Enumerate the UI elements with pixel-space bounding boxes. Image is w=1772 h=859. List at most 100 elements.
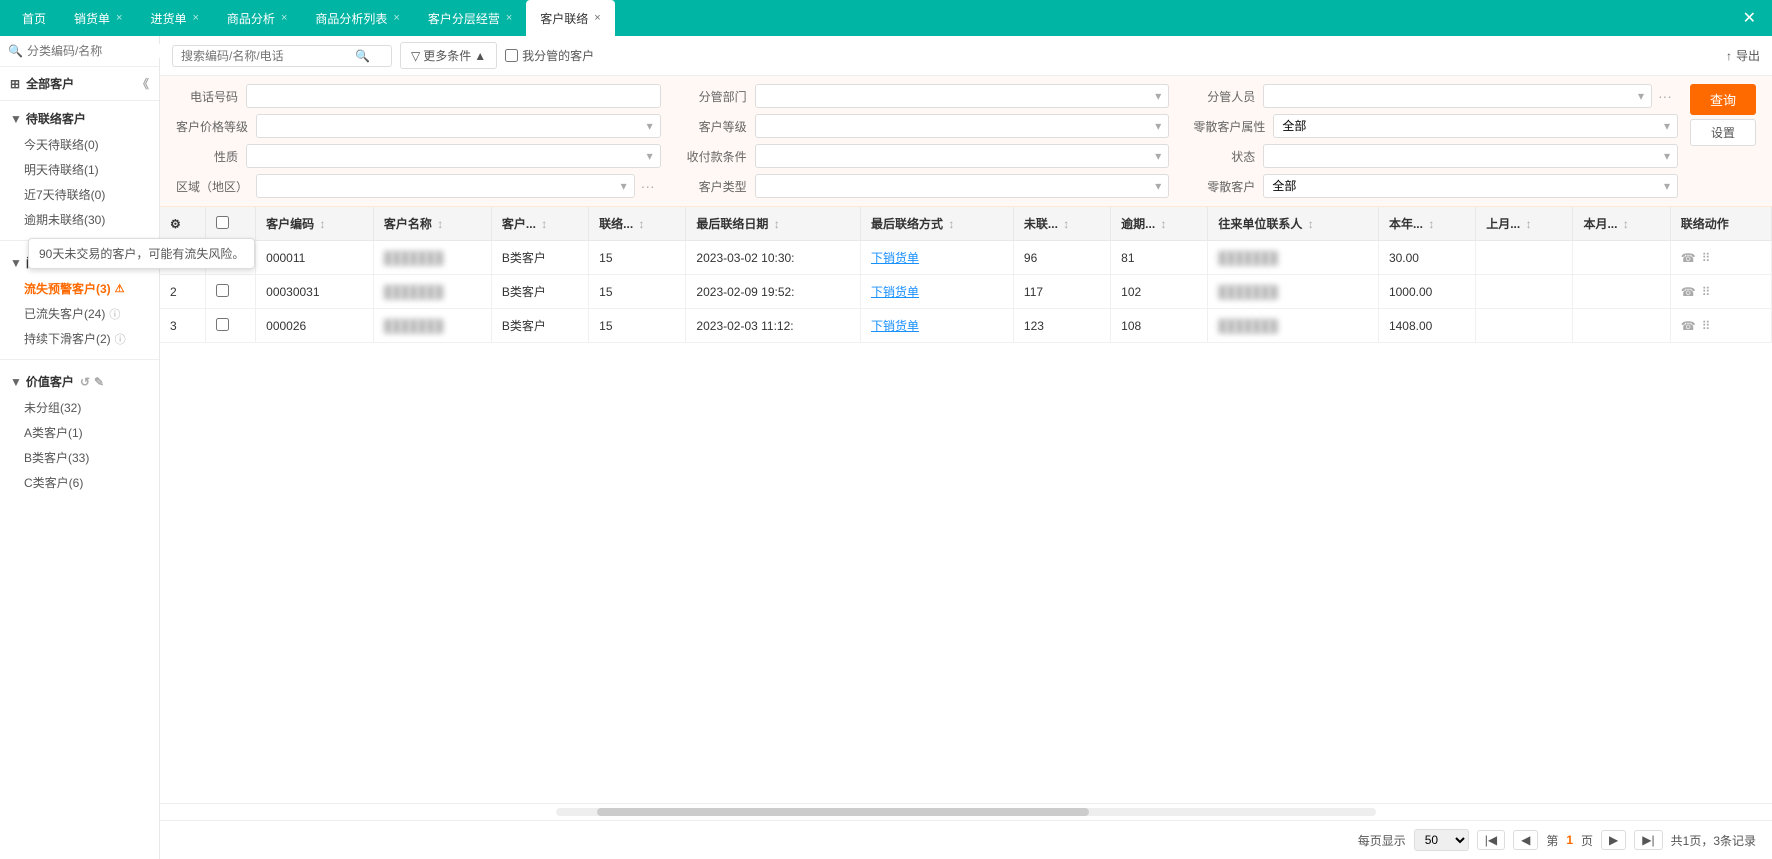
sidebar-item-class-c[interactable]: C类客户(6) <box>0 470 159 495</box>
first-page-btn[interactable]: |◀ <box>1477 830 1505 850</box>
my-customers-checkbox-wrap[interactable]: 我分管的客户 <box>505 47 594 64</box>
sort-type-icon[interactable]: ↕ <box>541 217 547 231</box>
col-name[interactable]: 客户名称 ↕ <box>373 207 491 241</box>
filter-select-status[interactable] <box>1263 144 1678 168</box>
filter-select-retail[interactable]: 全部 <box>1263 174 1678 198</box>
sidebar-item-7days[interactable]: 近7天待联络(0) <box>0 182 159 207</box>
tab-sales[interactable]: 销货单 × <box>60 0 136 36</box>
tab-analysis[interactable]: 商品分析 × <box>213 0 301 36</box>
sidebar-item-churned[interactable]: 已流失客户(24) ⓘ <box>0 301 159 326</box>
filter-select-price-level[interactable] <box>256 114 661 138</box>
last-method-link-2[interactable]: 下销货单 <box>871 285 919 299</box>
row-checkbox-2[interactable] <box>216 284 229 297</box>
tab-home[interactable]: 首页 <box>8 0 60 36</box>
col-contact-count[interactable]: 联络... ↕ <box>589 207 686 241</box>
row-checkbox-3[interactable] <box>216 318 229 331</box>
edit-icon-value[interactable]: ✎ <box>94 375 104 389</box>
my-customers-checkbox[interactable] <box>505 49 518 62</box>
sort-contact-person-icon[interactable]: ↕ <box>1308 217 1314 231</box>
sidebar-item-class-a[interactable]: A类客户(1) <box>0 420 159 445</box>
close-tab-customer-layer-icon[interactable]: × <box>506 12 512 24</box>
close-tab-customer-contact-icon[interactable]: × <box>594 12 600 24</box>
contact-icon-3[interactable]: ☎ <box>1681 319 1696 333</box>
scroll-thumb[interactable] <box>597 808 1089 816</box>
sort-code-icon[interactable]: ↕ <box>320 217 326 231</box>
contact-icon-2[interactable]: ☎ <box>1681 285 1696 299</box>
col-code[interactable]: 客户编码 ↕ <box>256 207 374 241</box>
col-uncontacted[interactable]: 未联... ↕ <box>1013 207 1110 241</box>
col-type[interactable]: 客户... ↕ <box>491 207 588 241</box>
filter-select-customer-type[interactable] <box>755 174 1170 198</box>
close-tab-purchase-icon[interactable]: × <box>192 12 198 24</box>
tab-customer-layer[interactable]: 客户分层经营 × <box>414 0 526 36</box>
scroll-track[interactable] <box>556 808 1376 816</box>
filter-select-dept[interactable] <box>755 84 1170 108</box>
prev-page-btn[interactable]: ◀ <box>1513 830 1538 850</box>
sort-contact-count-icon[interactable]: ↕ <box>639 217 645 231</box>
last-method-link-3[interactable]: 下销货单 <box>871 319 919 333</box>
sidebar-group-header-pending[interactable]: ▼ 待联络客户 <box>0 105 159 132</box>
sidebar-search-input[interactable] <box>27 44 182 58</box>
filter-select-region[interactable] <box>256 174 635 198</box>
sidebar-item-declining[interactable]: 持续下滑客户(2) ⓘ <box>0 326 159 351</box>
tab-customer-contact[interactable]: 客户联络 × <box>526 0 614 36</box>
close-tab-sales-icon[interactable]: × <box>116 12 122 24</box>
more-action-icon-2[interactable]: ⠿ <box>1702 285 1711 299</box>
filter-select-customer-level[interactable] <box>755 114 1170 138</box>
sort-uncontacted-icon[interactable]: ↕ <box>1063 217 1069 231</box>
more-action-icon-1[interactable]: ⠿ <box>1702 251 1711 265</box>
cell-check-2[interactable] <box>206 275 256 309</box>
toolbar-search-icon[interactable]: 🔍 <box>355 49 370 63</box>
filter-select-payment[interactable] <box>755 144 1170 168</box>
sort-name-icon[interactable]: ↕ <box>437 217 443 231</box>
export-btn[interactable]: ↑ 导出 <box>1726 47 1760 64</box>
sort-last-month-icon[interactable]: ↕ <box>1526 217 1532 231</box>
more-action-icon-3[interactable]: ⠿ <box>1702 319 1711 333</box>
filter-select-nature[interactable] <box>246 144 661 168</box>
col-checkbox[interactable] <box>206 207 256 241</box>
next-page-btn[interactable]: ▶ <box>1601 830 1626 850</box>
sort-last-contact-method-icon[interactable]: ↕ <box>948 217 954 231</box>
sort-overdue-icon[interactable]: ↕ <box>1161 217 1167 231</box>
col-overdue[interactable]: 逾期... ↕ <box>1111 207 1208 241</box>
close-window-icon[interactable]: ✕ <box>1735 8 1764 28</box>
toolbar-search-input[interactable] <box>181 49 351 63</box>
select-all-checkbox[interactable] <box>216 216 229 229</box>
sidebar-collapse-icon[interactable]: 《 <box>137 75 149 92</box>
filter-more-1[interactable]: ··· <box>1652 88 1678 104</box>
sidebar-item-overdue[interactable]: 逾期未联络(30) <box>0 207 159 232</box>
sidebar-item-tomorrow[interactable]: 明天待联络(1) <box>0 157 159 182</box>
contact-icon-1[interactable]: ☎ <box>1681 251 1696 265</box>
sort-this-month-icon[interactable]: ↕ <box>1623 217 1629 231</box>
filter-input-phone[interactable] <box>246 84 661 108</box>
filter-select-retail-attr[interactable]: 全部 <box>1273 114 1678 138</box>
filter-select-manager[interactable] <box>1263 84 1652 108</box>
sort-last-contact-date-icon[interactable]: ↕ <box>774 217 780 231</box>
last-method-link-1[interactable]: 下销货单 <box>871 251 919 265</box>
last-page-btn[interactable]: ▶| <box>1634 830 1662 850</box>
refresh-icon-value[interactable]: ↺ <box>80 375 90 389</box>
filter-more-region[interactable]: ··· <box>635 178 661 194</box>
tab-analysis-list[interactable]: 商品分析列表 × <box>301 0 413 36</box>
sort-annual-icon[interactable]: ↕ <box>1428 217 1434 231</box>
per-page-select[interactable]: 50 100 <box>1414 829 1469 851</box>
close-tab-analysis-icon[interactable]: × <box>281 12 287 24</box>
col-last-contact-date[interactable]: 最后联络日期 ↕ <box>686 207 861 241</box>
col-contact-person[interactable]: 往来单位联系人 ↕ <box>1208 207 1379 241</box>
sidebar-item-churn-warning[interactable]: 流失预警客户(3) ⚠ <box>0 276 159 301</box>
close-tab-analysis-list-icon[interactable]: × <box>393 12 399 24</box>
sidebar-group-header-value[interactable]: ▼ 价值客户 ↺ ✎ <box>0 368 159 395</box>
query-button[interactable]: 查询 <box>1690 84 1756 115</box>
sidebar-all-customers[interactable]: ⊞ 全部客户 《 <box>0 67 159 101</box>
col-last-month[interactable]: 上月... ↕ <box>1476 207 1573 241</box>
col-settings[interactable]: ⚙ <box>160 207 206 241</box>
sidebar-item-today[interactable]: 今天待联络(0) <box>0 132 159 157</box>
col-annual[interactable]: 本年... ↕ <box>1378 207 1475 241</box>
sidebar-item-unclassified[interactable]: 未分组(32) <box>0 395 159 420</box>
col-last-contact-method[interactable]: 最后联络方式 ↕ <box>860 207 1013 241</box>
settings-button[interactable]: 设置 <box>1690 119 1756 146</box>
sidebar-item-class-b[interactable]: B类客户(33) <box>0 445 159 470</box>
more-conditions-btn[interactable]: ▽ 更多条件 ▲ <box>400 42 497 69</box>
tab-purchase[interactable]: 进货单 × <box>136 0 212 36</box>
col-this-month[interactable]: 本月... ↕ <box>1573 207 1670 241</box>
